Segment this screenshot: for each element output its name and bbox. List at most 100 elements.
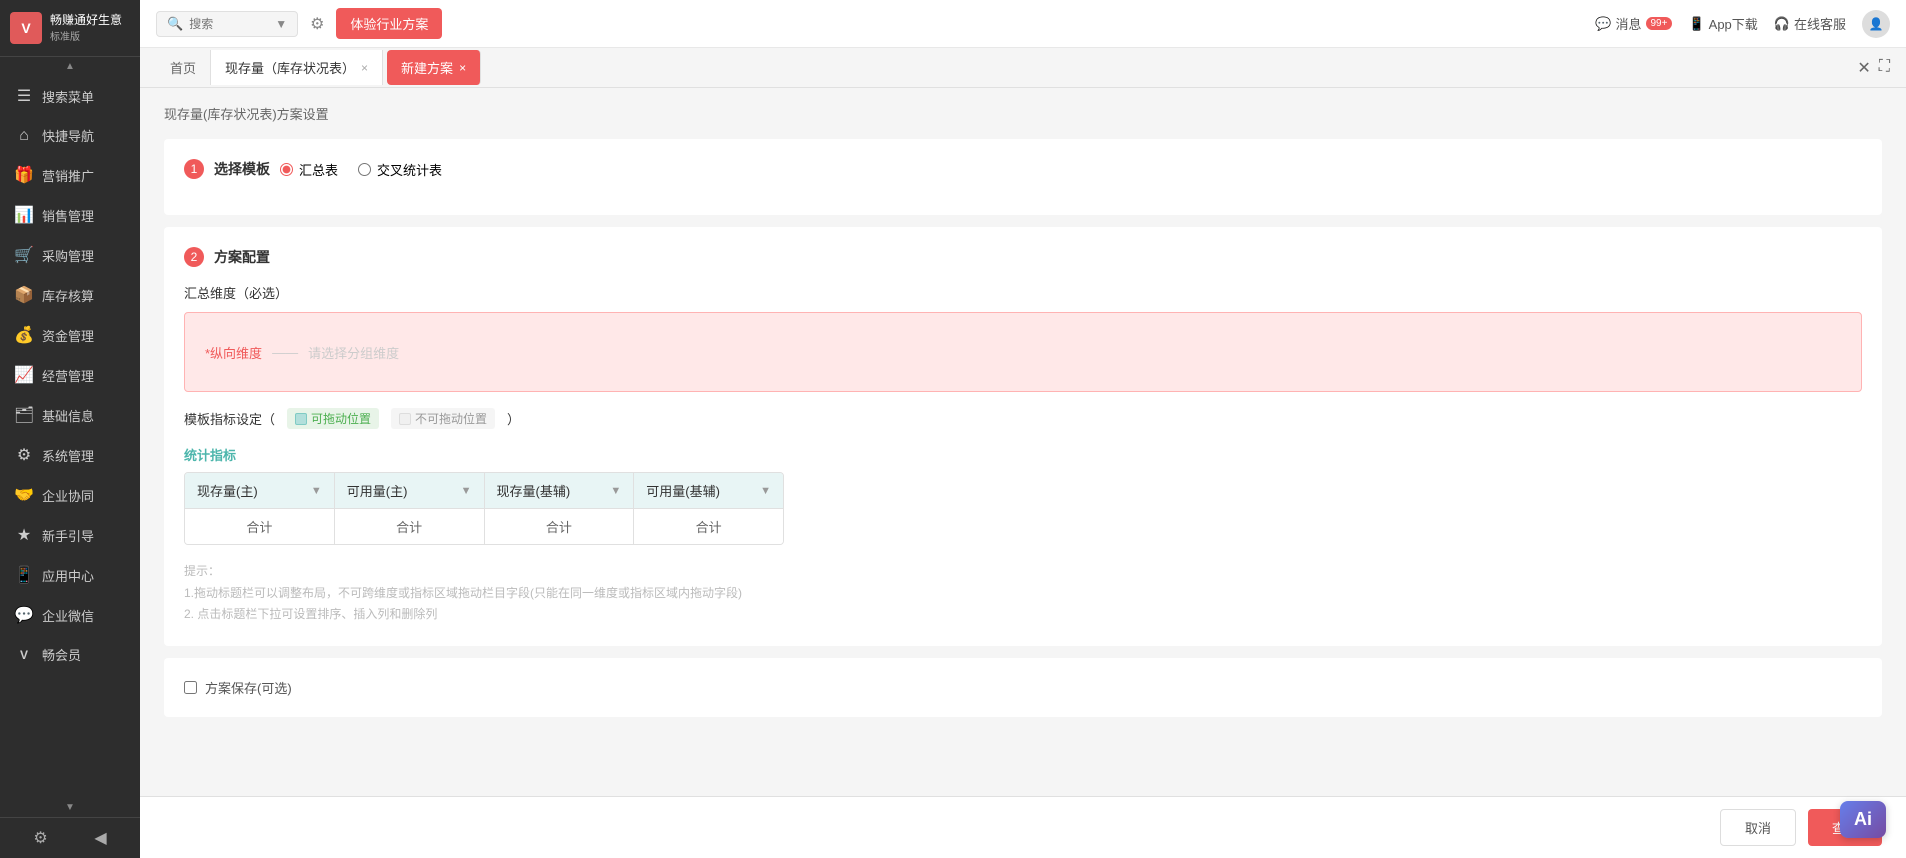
template-settings-row: 模板指标设定（ 可拖动位置 不可拖动位置 ）	[184, 408, 1862, 429]
sidebar-item-marketing[interactable]: 🎁 营销推广	[0, 155, 140, 195]
col-current-main-chevron[interactable]: ▼	[311, 485, 322, 497]
step1-section: 1 选择模板 汇总表 交叉统计表	[164, 139, 1882, 215]
tip2: 2. 点击标题栏下拉可设置排序、插入列和删除列	[184, 604, 1862, 626]
volume-icon[interactable]: ◀	[94, 828, 106, 848]
industry-plan-button[interactable]: 体验行业方案	[336, 8, 442, 39]
marketing-icon: 🎁	[14, 165, 34, 185]
col-available-main-chevron[interactable]: ▼	[461, 485, 472, 497]
sidebar-item-sales[interactable]: 📊 销售管理	[0, 195, 140, 235]
sidebar-item-label-search-menu: 搜索菜单	[42, 87, 94, 106]
inventory-icon: 📦	[14, 285, 34, 305]
non-draggable-square-icon	[399, 413, 411, 425]
topbar-right: 💬 消息 99+ 📱 App下载 🎧 在线客服 👤	[1595, 10, 1890, 38]
sidebar-item-quick-nav[interactable]: ⌂ 快捷导航	[0, 116, 140, 155]
message-badge: 99+	[1646, 17, 1673, 30]
save-option-checkbox[interactable]	[184, 681, 197, 694]
col-current-main-label: 现存量(主)	[197, 481, 258, 500]
sidebar-item-basic-info[interactable]: 🗂 基础信息	[0, 395, 140, 435]
save-option-label[interactable]: 方案保存(可选)	[184, 678, 1862, 697]
sidebar-item-label-vip: 畅会员	[42, 645, 81, 664]
tab-new-plan-label: 新建方案	[401, 58, 453, 77]
online-service-button[interactable]: 🎧 在线客服	[1774, 14, 1846, 33]
stats-title: 统计指标	[184, 445, 1862, 464]
app-download-button[interactable]: 📱 App下载	[1688, 14, 1757, 33]
sidebar-scroll-up[interactable]: ▲	[0, 57, 140, 76]
operations-icon: 📈	[14, 365, 34, 385]
tab-inventory-close-icon[interactable]: ×	[361, 61, 368, 75]
col-available-main[interactable]: 可用量(主) ▼	[335, 473, 485, 508]
wechat-icon: 💬	[14, 605, 34, 625]
sidebar-item-operations[interactable]: 📈 经营管理	[0, 355, 140, 395]
cell-current-aux-sub: 合计	[485, 508, 635, 544]
sidebar-logo: V 畅赚通好生意 标准版	[0, 0, 140, 57]
dimension-selection-area[interactable]: *纵向维度 —— 请选择分组维度	[184, 312, 1862, 392]
tab-close-button[interactable]: ✕	[1857, 58, 1870, 78]
sidebar-item-wechat[interactable]: 💬 企业微信	[0, 595, 140, 635]
logo-app-name: 畅赚通好生意	[50, 13, 122, 29]
tab-inventory-status[interactable]: 现存量（库存状况表） ×	[211, 50, 383, 85]
search-menu-icon: ☰	[14, 86, 34, 106]
sidebar-item-app-center[interactable]: 📱 应用中心	[0, 555, 140, 595]
search-icon: 🔍	[167, 16, 183, 32]
new-guide-icon: ★	[14, 525, 34, 545]
app-download-label: App下载	[1709, 14, 1758, 33]
stats-table: 现存量(主) ▼ 可用量(主) ▼ 现存量(基辅) ▼ 可用量(基辅) ▼	[184, 472, 784, 545]
sidebar-item-label-cooperation: 企业协同	[42, 486, 94, 505]
sidebar-item-vip[interactable]: V 畅会员	[0, 635, 140, 674]
sidebar-scroll-down[interactable]: ▼	[0, 798, 140, 817]
sales-icon: 📊	[14, 205, 34, 225]
radio-cross-input[interactable]	[358, 163, 371, 176]
purchase-icon: 🛒	[14, 245, 34, 265]
sidebar-item-system[interactable]: ⚙ 系统管理	[0, 435, 140, 475]
sidebar-bottom: ⚙ ◀	[0, 817, 140, 858]
sidebar-item-cooperation[interactable]: 🤝 企业协同	[0, 475, 140, 515]
tabbar-actions: ✕ ⛶	[1857, 58, 1890, 78]
search-input[interactable]	[189, 17, 269, 31]
col-available-aux[interactable]: 可用量(基辅) ▼	[634, 473, 783, 508]
cancel-button[interactable]: 取消	[1720, 809, 1796, 846]
sidebar-item-label-marketing: 营销推广	[42, 166, 94, 185]
sidebar-item-label-new-guide: 新手引导	[42, 526, 94, 545]
message-label: 消息	[1615, 14, 1641, 33]
sidebar-item-label-quick-nav: 快捷导航	[42, 126, 94, 145]
search-box[interactable]: 🔍 ▼	[156, 11, 298, 37]
sidebar-item-finance[interactable]: 💰 资金管理	[0, 315, 140, 355]
sidebar-item-search-menu[interactable]: ☰ 搜索菜单	[0, 76, 140, 116]
radio-summary[interactable]: 汇总表	[280, 160, 338, 179]
vertical-dim-label: *纵向维度	[205, 343, 262, 362]
tab-expand-icon[interactable]: ⛶	[1879, 58, 1890, 78]
settings-icon[interactable]: ⚙	[33, 828, 47, 848]
template-settings-suffix: ）	[507, 409, 520, 428]
sidebar-item-new-guide[interactable]: ★ 新手引导	[0, 515, 140, 555]
col-current-main[interactable]: 现存量(主) ▼	[185, 473, 335, 508]
col-current-aux[interactable]: 现存量(基辅) ▼	[485, 473, 635, 508]
message-icon: 💬	[1595, 16, 1611, 32]
headset-icon: 🎧	[1774, 16, 1790, 32]
col-available-aux-label: 可用量(基辅)	[646, 481, 720, 500]
radio-cross[interactable]: 交叉统计表	[358, 160, 442, 179]
sidebar-item-label-system: 系统管理	[42, 446, 94, 465]
user-avatar[interactable]: 👤	[1862, 10, 1890, 38]
step1-badge: 1	[184, 159, 204, 179]
cell-available-main-sub: 合计	[335, 508, 485, 544]
logo-edition-badge: 标准版	[50, 28, 122, 43]
search-dropdown-icon[interactable]: ▼	[275, 17, 287, 31]
topbar-gear-icon[interactable]: ⚙	[310, 14, 324, 34]
sidebar-item-label-basic-info: 基础信息	[42, 406, 94, 425]
col-current-aux-chevron[interactable]: ▼	[610, 485, 621, 497]
tab-new-plan-close-icon[interactable]: ×	[459, 61, 466, 75]
stats-table-data-row: 合计 合计 合计 合计	[185, 508, 783, 544]
sidebar-item-inventory[interactable]: 📦 库存核算	[0, 275, 140, 315]
radio-summary-input[interactable]	[280, 163, 293, 176]
stats-table-header: 现存量(主) ▼ 可用量(主) ▼ 现存量(基辅) ▼ 可用量(基辅) ▼	[185, 473, 783, 508]
tab-home[interactable]: 首页	[156, 50, 211, 85]
draggable-square-icon	[295, 413, 307, 425]
col-available-aux-chevron[interactable]: ▼	[760, 485, 771, 497]
message-button[interactable]: 💬 消息 99+	[1595, 14, 1672, 33]
sidebar-item-purchase[interactable]: 🛒 采购管理	[0, 235, 140, 275]
app-center-icon: 📱	[14, 565, 34, 585]
tab-new-plan[interactable]: 新建方案 ×	[387, 50, 481, 85]
tips-title: 提示：	[184, 564, 220, 578]
ai-badge[interactable]: Ai	[1840, 801, 1886, 838]
sidebar-item-label-inventory: 库存核算	[42, 286, 94, 305]
